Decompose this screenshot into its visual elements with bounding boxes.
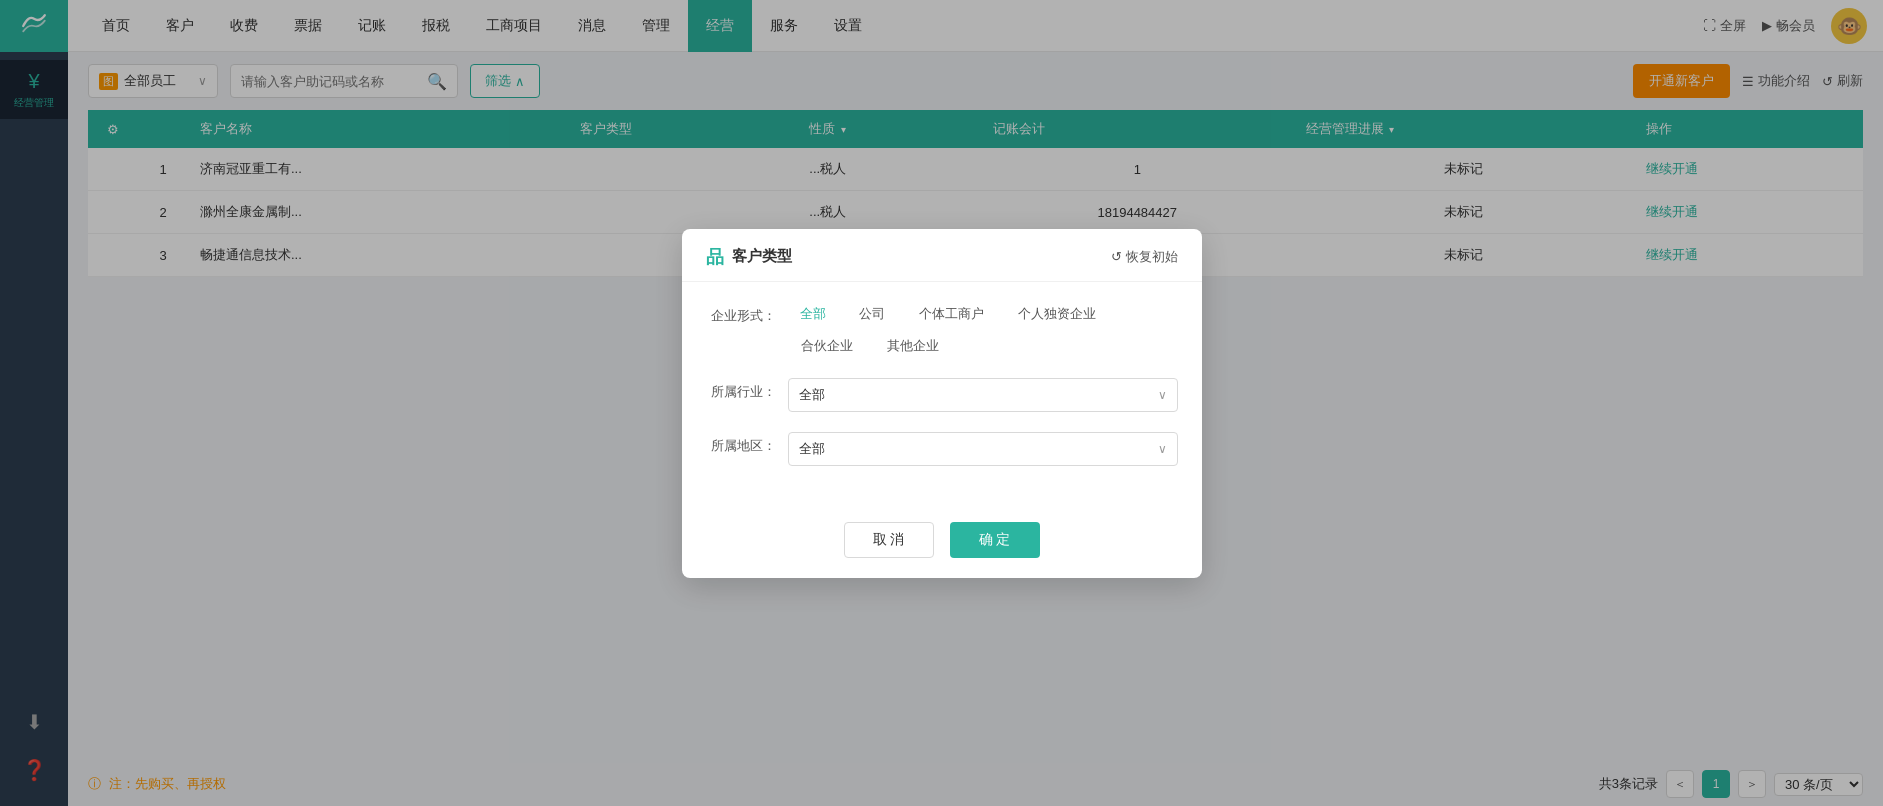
filter-modal: 品 客户类型 ↺ 恢复初始 企业形式： 全部 公司 个体工商户 个人独资企业 合… — [682, 229, 1202, 578]
industry-chevron-icon: ∨ — [1158, 388, 1167, 402]
modal-overlay[interactable]: 品 客户类型 ↺ 恢复初始 企业形式： 全部 公司 个体工商户 个人独资企业 合… — [0, 0, 1883, 806]
region-select[interactable]: 全部 ∨ — [788, 432, 1178, 466]
cancel-button[interactable]: 取 消 — [844, 522, 934, 558]
industry-value: 全部 — [799, 386, 825, 404]
option-partnership[interactable]: 合伙企业 — [788, 334, 866, 358]
region-label: 所属地区： — [706, 432, 776, 460]
modal-body: 企业形式： 全部 公司 个体工商户 个人独资企业 合伙企业 其他企业 所属行业：… — [682, 282, 1202, 506]
reset-button[interactable]: ↺ 恢复初始 — [1111, 248, 1178, 266]
enterprise-form-row: 企业形式： 全部 公司 个体工商户 个人独资企业 合伙企业 其他企业 — [706, 302, 1178, 358]
confirm-button[interactable]: 确 定 — [950, 522, 1040, 558]
option-individual[interactable]: 个人独资企业 — [1005, 302, 1109, 326]
option-all[interactable]: 全部 — [788, 303, 838, 325]
modal-title: 品 客户类型 — [706, 245, 792, 269]
modal-title-icon: 品 — [706, 245, 724, 269]
region-row: 所属地区： 全部 ∨ — [706, 432, 1178, 466]
modal-header: 品 客户类型 ↺ 恢复初始 — [682, 229, 1202, 282]
modal-footer: 取 消 确 定 — [682, 506, 1202, 578]
region-chevron-icon: ∨ — [1158, 442, 1167, 456]
industry-row: 所属行业： 全部 ∨ — [706, 378, 1178, 412]
region-select-wrapper: 全部 ∨ — [788, 432, 1178, 466]
option-sole-trader[interactable]: 个体工商户 — [906, 302, 997, 326]
reset-icon: ↺ — [1111, 249, 1122, 264]
option-other[interactable]: 其他企业 — [874, 334, 952, 358]
enterprise-form-label: 企业形式： — [706, 302, 776, 330]
enterprise-options: 全部 公司 个体工商户 个人独资企业 合伙企业 其他企业 — [788, 302, 1178, 358]
option-company[interactable]: 公司 — [846, 302, 898, 326]
industry-select[interactable]: 全部 ∨ — [788, 378, 1178, 412]
industry-label: 所属行业： — [706, 378, 776, 406]
region-value: 全部 — [799, 440, 825, 458]
industry-select-wrapper: 全部 ∨ — [788, 378, 1178, 412]
